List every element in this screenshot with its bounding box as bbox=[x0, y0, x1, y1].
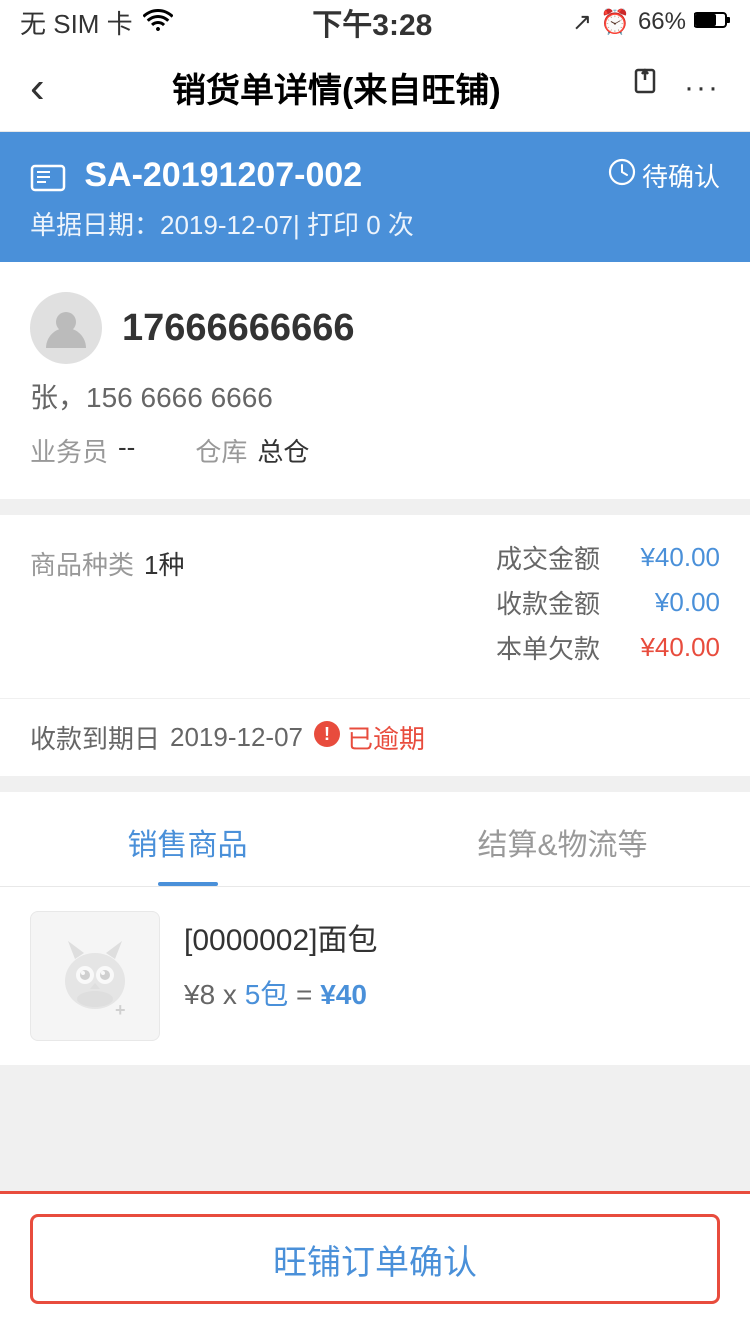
product-price-row: ¥8 x 5包 = ¥40 bbox=[184, 973, 720, 1013]
order-icon bbox=[30, 160, 74, 193]
tab-settlement[interactable]: 结算&物流等 bbox=[375, 792, 750, 886]
salesperson-field: 业务员 -- bbox=[30, 432, 135, 469]
tab-sales-goods[interactable]: 销售商品 bbox=[0, 792, 375, 886]
nav-icons: ··· bbox=[628, 66, 720, 110]
nav-bar: ‹ 销货单详情(来自旺铺) ··· bbox=[0, 44, 750, 132]
order-id: SA-20191207-002 bbox=[30, 156, 362, 195]
overdue-badge: ! 已逾期 bbox=[313, 719, 425, 756]
product-info: [0000002]面包 ¥8 x 5包 = ¥40 bbox=[184, 911, 720, 1013]
order-date: 单据日期：2019-12-07| 打印 0 次 bbox=[30, 205, 720, 242]
bottom-btn-area: 旺铺订单确认 bbox=[0, 1191, 750, 1334]
tabs-container: 销售商品 结算&物流等 bbox=[0, 792, 750, 887]
svg-text:!: ! bbox=[324, 724, 330, 744]
status-right: ↗ ⏰ 66% bbox=[572, 8, 730, 37]
received-amount: 收款金额 ¥0.00 bbox=[496, 584, 720, 621]
product-name: [0000002]面包 bbox=[184, 915, 720, 959]
order-status: 待确认 bbox=[608, 157, 720, 194]
transaction-amount: 成交金额 ¥40.00 bbox=[496, 539, 720, 576]
product-thumbnail: + bbox=[30, 911, 160, 1041]
due-date-value: 2019-12-07 bbox=[170, 722, 303, 753]
alarm-icon: ⏰ bbox=[600, 8, 630, 37]
status-time: 下午3:28 bbox=[312, 0, 432, 44]
page-title: 销货单详情(来自旺铺) bbox=[172, 63, 501, 112]
order-header-card: SA-20191207-002 待确认 单据日期：2019-12-07| 打印 … bbox=[0, 132, 750, 262]
due-label: 收款到期日 bbox=[30, 719, 160, 756]
location-icon: ↗ bbox=[572, 8, 592, 37]
amounts-right: 成交金额 ¥40.00 收款金额 ¥0.00 本单欠款 ¥40.00 bbox=[496, 539, 720, 674]
customer-name: 张，156 6666 6666 bbox=[30, 376, 720, 416]
clock-icon bbox=[608, 158, 636, 193]
confirm-order-button[interactable]: 旺铺订单确认 bbox=[30, 1214, 720, 1304]
share-icon[interactable] bbox=[628, 66, 664, 110]
product-type: 商品种类 1种 bbox=[30, 545, 184, 582]
customer-meta: 业务员 -- 仓库 总仓 bbox=[30, 432, 720, 469]
warehouse-field: 仓库 总仓 bbox=[195, 432, 309, 469]
avatar bbox=[30, 292, 102, 364]
svg-text:+: + bbox=[115, 1000, 126, 1020]
sim-label: 无 SIM 卡 bbox=[20, 4, 133, 41]
warning-icon: ! bbox=[313, 720, 341, 755]
customer-section: 17666666666 张，156 6666 6666 业务员 -- 仓库 总仓 bbox=[0, 262, 750, 499]
battery-icon bbox=[694, 8, 730, 36]
battery-label: 66% bbox=[638, 8, 686, 36]
amounts-section: 商品种类 1种 成交金额 ¥40.00 收款金额 ¥0.00 本单欠款 ¥40.… bbox=[0, 515, 750, 698]
more-icon[interactable]: ··· bbox=[684, 71, 720, 105]
back-button[interactable]: ‹ bbox=[30, 63, 45, 113]
status-bar: 无 SIM 卡 下午3:28 ↗ ⏰ 66% bbox=[0, 0, 750, 44]
wifi-icon bbox=[143, 7, 173, 38]
owed-amount: 本单欠款 ¥40.00 bbox=[496, 629, 720, 666]
status-left: 无 SIM 卡 bbox=[20, 4, 173, 41]
customer-phone: 17666666666 bbox=[122, 307, 354, 350]
product-item: + [0000002]面包 ¥8 x 5包 = ¥40 bbox=[30, 911, 720, 1041]
due-date-section: 收款到期日 2019-12-07 ! 已逾期 bbox=[0, 699, 750, 776]
product-section: + [0000002]面包 ¥8 x 5包 = ¥40 bbox=[0, 887, 750, 1065]
